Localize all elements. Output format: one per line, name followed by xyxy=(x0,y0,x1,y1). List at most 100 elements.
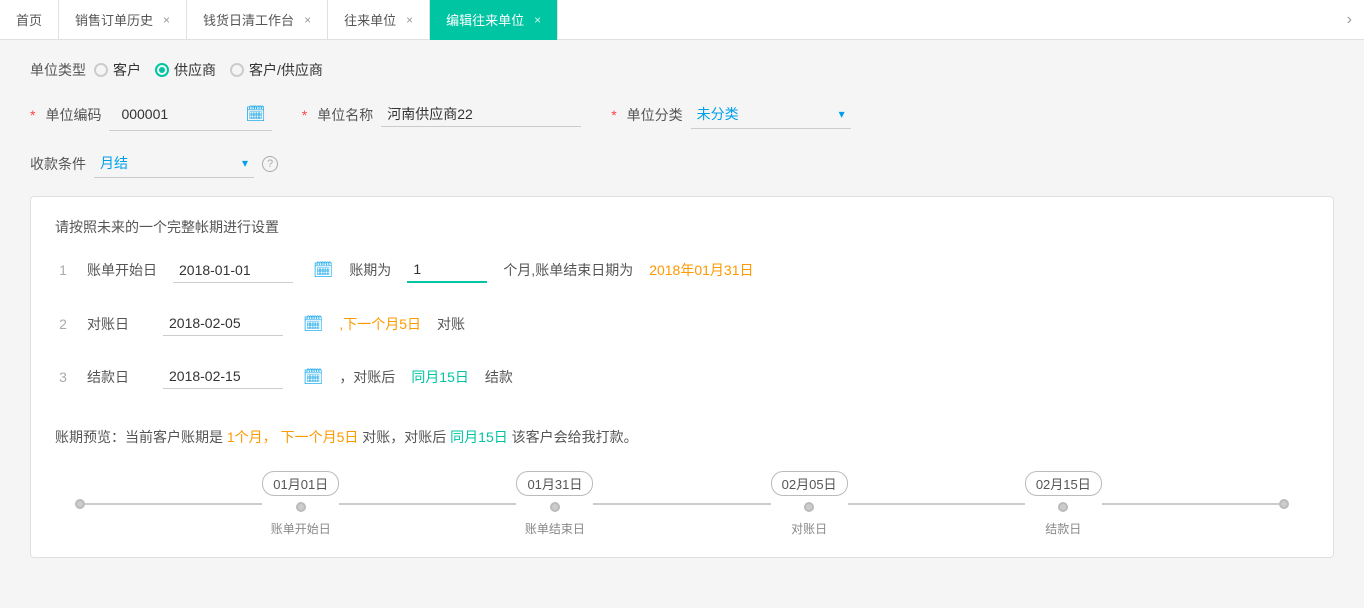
step-2-suffix-normal: 对账 xyxy=(437,314,465,334)
unit-type-label: 单位类型 xyxy=(30,60,86,80)
timeline-pill-3: 02月05日 xyxy=(771,471,848,496)
step-1-label: 账单开始日 xyxy=(87,260,157,280)
timeline-label-1: 账单开始日 xyxy=(271,520,331,537)
timeline-label-2: 账单结束日 xyxy=(525,520,585,537)
timeline-line-5 xyxy=(1102,503,1279,505)
period-section: 请按照未来的一个完整帐期进行设置 1 账单开始日 🗓 账期为 个月,账单结束日期… xyxy=(30,196,1334,558)
timeline-node-1: 01月01日 账单开始日 xyxy=(262,471,339,537)
unit-name-field: * 单位名称 xyxy=(302,102,581,127)
step-3-suffix-before: ，对账后 xyxy=(339,367,395,387)
tab-nav-right[interactable]: › xyxy=(1335,11,1364,29)
timeline-line-3 xyxy=(593,503,770,505)
preview-part2: 下一个月5日 xyxy=(281,429,359,445)
unit-code-label: 单位编码 xyxy=(45,105,101,125)
tab-partner-units[interactable]: 往来单位 × xyxy=(328,0,430,40)
preview-text: 账期预览：当前客户账期是 1个月， 下一个月5日 对账，对账后 同月15日 该客… xyxy=(55,417,1309,447)
timeline-dot-3 xyxy=(804,502,814,512)
timeline-dot-4 xyxy=(1058,502,1068,512)
tab-cash-work[interactable]: 钱货日清工作台 × xyxy=(187,0,328,40)
timeline-node-2: 01月31日 账单结束日 xyxy=(516,471,593,537)
step-3-suffix-after: 结款 xyxy=(485,367,513,387)
timeline-line-4 xyxy=(848,503,1025,505)
timeline-pill-1: 01月01日 xyxy=(262,471,339,496)
unit-name-label: 单位名称 xyxy=(317,105,373,125)
tab-sales-history[interactable]: 销售订单历史 × xyxy=(59,0,187,40)
step-3-num: 3 xyxy=(55,369,71,385)
tab-close-cash-work[interactable]: × xyxy=(304,13,311,27)
step-3-row: 3 结款日 🗓 ，对账后 同月15日 结款 xyxy=(55,364,1309,389)
step-3-label: 结款日 xyxy=(87,367,147,387)
step-1-period-input[interactable] xyxy=(407,257,487,283)
unit-code-icon[interactable]: 🗓 xyxy=(245,104,265,124)
timeline-line-1 xyxy=(85,503,262,505)
timeline-label-3: 对账日 xyxy=(791,520,827,537)
payment-field: 收款条件 月结 ▾ ? xyxy=(30,149,278,178)
step-2-cal-icon[interactable]: 🗓 xyxy=(303,314,323,334)
step-2-label: 对账日 xyxy=(87,314,147,334)
preview-part1: 1个月， xyxy=(227,429,277,445)
unit-type-radio-group: 客户 供应商 客户/供应商 xyxy=(94,60,323,80)
unit-code-input-wrap: 🗓 xyxy=(109,98,271,131)
unit-category-dropdown[interactable]: 未分类 ▾ xyxy=(691,100,851,129)
radio-customer-supplier[interactable]: 客户/供应商 xyxy=(230,60,323,80)
unit-name-required: * xyxy=(302,107,307,123)
preview-suffix: 该客户会给我打款。 xyxy=(512,429,638,445)
tab-close-partner-units[interactable]: × xyxy=(406,13,413,27)
timeline-node-4: 02月15日 结款日 xyxy=(1025,471,1102,537)
step-3-date[interactable] xyxy=(163,364,283,389)
step-1-period-prefix: 账期为 xyxy=(349,260,391,280)
step-3-suffix-highlight: 同月15日 xyxy=(411,367,469,387)
preview-part3: 同月15日 xyxy=(450,429,508,445)
timeline-pill-4: 02月15日 xyxy=(1025,471,1102,496)
step-3-cal-icon[interactable]: 🗓 xyxy=(303,367,323,387)
unit-category-arrow: ▾ xyxy=(839,107,845,121)
tab-edit-partner[interactable]: 编辑往来单位 × xyxy=(430,0,558,40)
unit-category-field: * 单位分类 未分类 ▾ xyxy=(611,100,850,129)
step-1-row: 1 账单开始日 🗓 账期为 个月,账单结束日期为 2018年01月31日 xyxy=(55,257,1309,283)
unit-type-field: 单位类型 客户 供应商 客户/供应商 xyxy=(30,60,323,80)
preview-middle: 对账，对账后 xyxy=(362,429,446,445)
radio-customer-circle xyxy=(94,63,108,77)
tab-close-edit-partner[interactable]: × xyxy=(534,13,541,27)
step-2-date[interactable] xyxy=(163,311,283,336)
timeline-line-2 xyxy=(339,503,516,505)
timeline-label-4: 结款日 xyxy=(1045,520,1081,537)
step-2-row: 2 对账日 🗓 ,下一个月5日 对账 xyxy=(55,311,1309,336)
unit-category-required: * xyxy=(611,107,616,123)
payment-label: 收款条件 xyxy=(30,154,86,174)
payment-arrow: ▾ xyxy=(242,156,248,170)
step-1-cal-icon[interactable]: 🗓 xyxy=(313,260,333,280)
payment-value: 月结 xyxy=(100,153,238,173)
radio-customer-supplier-circle xyxy=(230,63,244,77)
unit-code-required: * xyxy=(30,107,35,123)
step-1-period-suffix-before: 个月,账单结束日期为 xyxy=(503,260,633,280)
timeline-end-dot xyxy=(1279,499,1289,509)
tab-bar: 首页 销售订单历史 × 钱货日清工作台 × 往来单位 × 编辑往来单位 × › xyxy=(0,0,1364,40)
unit-type-row: 单位类型 客户 供应商 客户/供应商 xyxy=(30,60,1334,80)
section-title: 请按照未来的一个完整帐期进行设置 xyxy=(55,217,1309,237)
unit-category-value: 未分类 xyxy=(697,104,835,124)
timeline-start-dot xyxy=(75,499,85,509)
step-1-num: 1 xyxy=(55,262,71,278)
payment-help-icon[interactable]: ? xyxy=(262,156,278,172)
step-1-date[interactable] xyxy=(173,258,293,283)
payment-dropdown[interactable]: 月结 ▾ xyxy=(94,149,254,178)
timeline-dot-1 xyxy=(296,502,306,512)
timeline: 01月01日 账单开始日 01月31日 账单结束日 02月05日 对账日 02月… xyxy=(55,471,1309,537)
radio-supplier-circle xyxy=(155,63,169,77)
payment-row: 收款条件 月结 ▾ ? xyxy=(30,149,1334,178)
step-2-suffix-highlight: ,下一个月5日 xyxy=(339,314,421,334)
unit-name-input[interactable] xyxy=(381,102,581,127)
timeline-node-3: 02月05日 对账日 xyxy=(771,471,848,537)
tab-close-sales-history[interactable]: × xyxy=(163,13,170,27)
tab-home[interactable]: 首页 xyxy=(0,0,59,40)
unit-category-label: 单位分类 xyxy=(627,105,683,125)
timeline-pill-2: 01月31日 xyxy=(516,471,593,496)
radio-customer[interactable]: 客户 xyxy=(94,60,141,80)
unit-code-input[interactable] xyxy=(115,102,235,126)
unit-code-field: * 单位编码 🗓 xyxy=(30,98,272,131)
unit-info-row: * 单位编码 🗓 * 单位名称 * 单位分类 未分类 ▾ xyxy=(30,98,1334,131)
step-2-num: 2 xyxy=(55,316,71,332)
radio-supplier[interactable]: 供应商 xyxy=(155,60,216,80)
page-content: 单位类型 客户 供应商 客户/供应商 * 单位编码 xyxy=(0,40,1364,608)
